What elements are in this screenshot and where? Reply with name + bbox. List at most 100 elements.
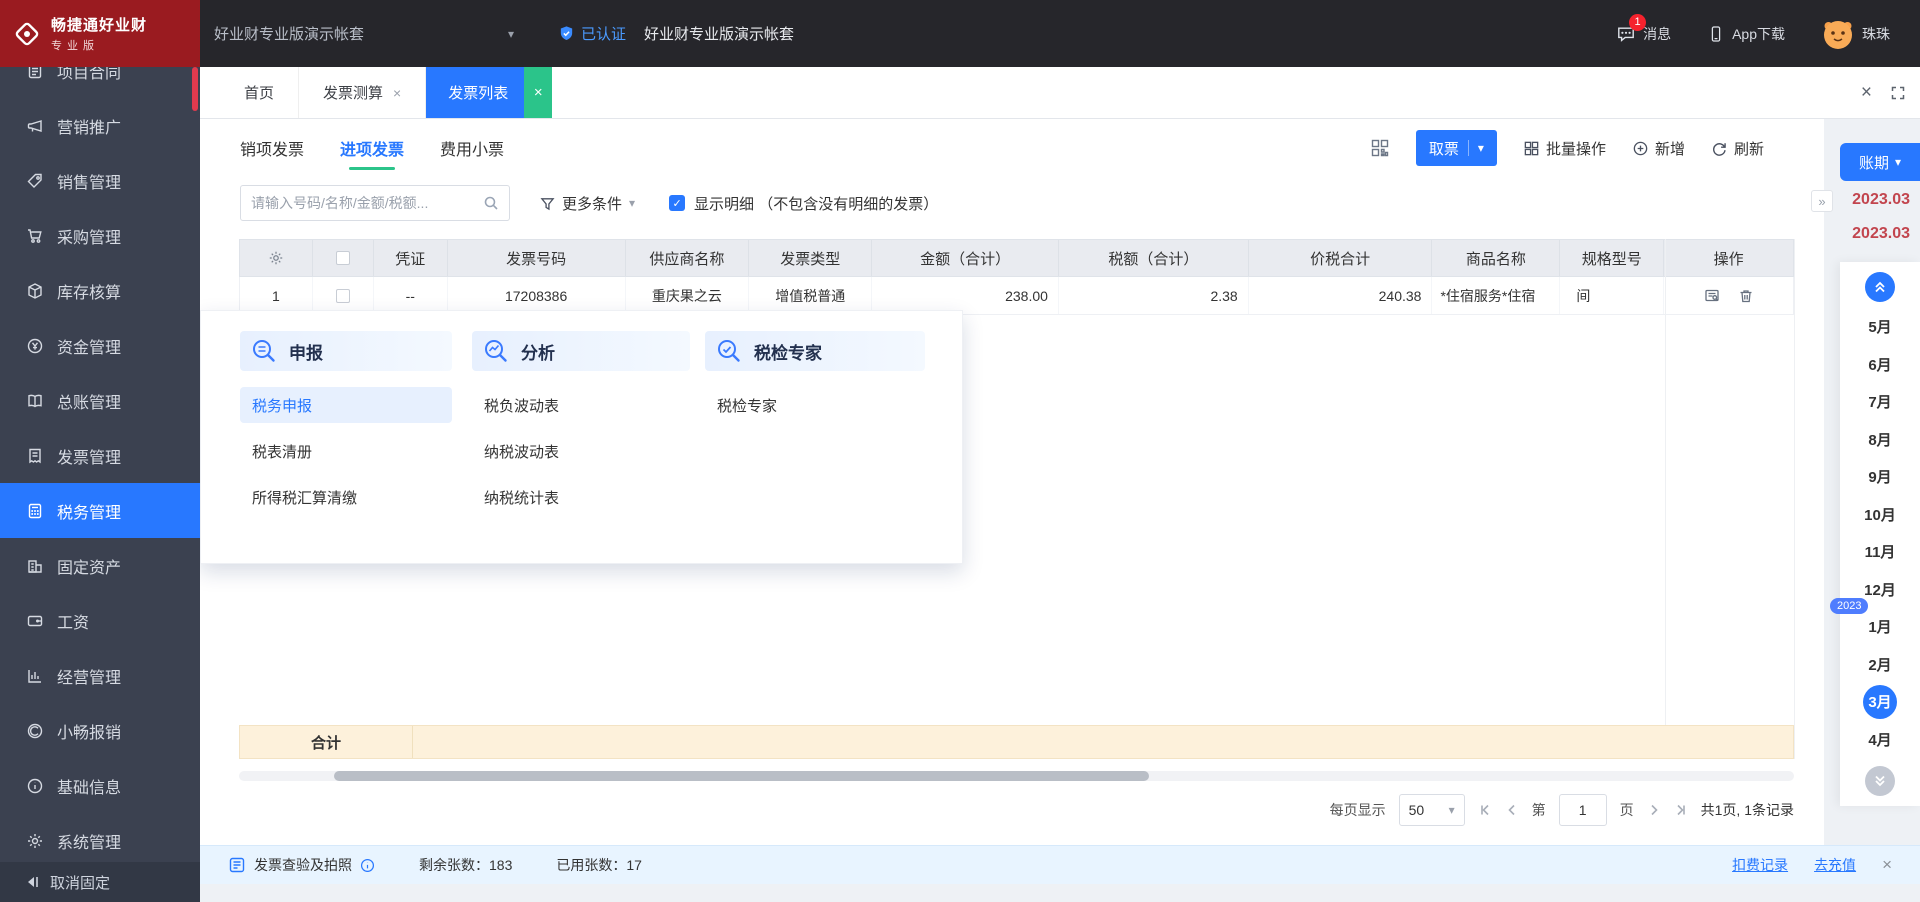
- invoice-check-button[interactable]: 发票查验及拍照: [228, 855, 375, 875]
- header-invoice-type[interactable]: 发票类型: [749, 240, 873, 276]
- open-tabs-bar: 首页 发票测算 × 发票列表 × ×: [200, 67, 1920, 119]
- sidebar-item-fixed-assets[interactable]: 固定资产: [0, 538, 200, 593]
- app-download-button[interactable]: App下载: [1707, 24, 1785, 44]
- menu-item-tax-payment-fluctuation[interactable]: 纳税波动表: [472, 433, 690, 469]
- refresh-button[interactable]: 刷新: [1711, 138, 1764, 159]
- scroll-months-up-button[interactable]: [1865, 272, 1895, 302]
- page-number-input[interactable]: [1558, 794, 1607, 826]
- header-invoice-no[interactable]: 发票号码: [448, 240, 626, 276]
- sidebar-item-tax[interactable]: 税务管理: [0, 483, 200, 538]
- sidebar-item-sales[interactable]: 销售管理: [0, 153, 200, 208]
- account-set-selector[interactable]: 好业财专业版演示帐套 ▾: [214, 23, 514, 44]
- scan-qr-icon[interactable]: [1370, 138, 1390, 158]
- column-settings-cell[interactable]: [240, 240, 313, 276]
- sidebar-item-system[interactable]: 系统管理: [0, 813, 200, 868]
- cell-product: *住宿服务*住宿: [1432, 277, 1561, 314]
- sidebar-item-payroll[interactable]: 工资: [0, 593, 200, 648]
- row-checkbox[interactable]: [335, 288, 350, 303]
- page-prefix: 第: [1531, 802, 1546, 818]
- more-conditions-button[interactable]: 更多条件 ▾: [540, 193, 635, 214]
- fee-records-link[interactable]: 扣费记录: [1732, 855, 1788, 875]
- info-icon[interactable]: [360, 858, 375, 873]
- select-all-checkbox[interactable]: [335, 251, 350, 265]
- next-page-icon[interactable]: [1647, 803, 1661, 817]
- horizontal-scrollbar[interactable]: [239, 771, 1794, 781]
- month-item-aug[interactable]: 8月: [1840, 421, 1920, 459]
- close-tab-icon[interactable]: ×: [393, 85, 401, 101]
- logo-icon: [12, 19, 42, 49]
- page-suffix: 页: [1619, 802, 1634, 818]
- header-total[interactable]: 价税合计: [1249, 240, 1433, 276]
- user-menu[interactable]: 珠珠: [1821, 17, 1890, 51]
- month-item-jul[interactable]: 7月: [1840, 383, 1920, 421]
- prev-page-icon[interactable]: [1505, 803, 1519, 817]
- total-label: 合计: [240, 726, 413, 758]
- search-input[interactable]: [251, 195, 483, 211]
- close-tab-icon[interactable]: ×: [524, 67, 553, 118]
- per-page-select[interactable]: 50 ▾: [1398, 794, 1465, 826]
- sidebar-item-funds[interactable]: 资金管理: [0, 318, 200, 373]
- sidebar-item-invoice[interactable]: 发票管理: [0, 428, 200, 483]
- tab-home[interactable]: 首页: [220, 67, 300, 118]
- header-product[interactable]: 商品名称: [1432, 240, 1561, 276]
- first-page-icon[interactable]: [1478, 803, 1492, 817]
- delete-icon[interactable]: [1738, 288, 1754, 304]
- month-item-mar-active[interactable]: 3月: [1840, 683, 1920, 721]
- sidebar-item-reimburse[interactable]: 小畅报销: [0, 703, 200, 758]
- sidebar-scrollbar[interactable]: [192, 67, 198, 111]
- recharge-link[interactable]: 去充值: [1814, 855, 1856, 875]
- header-spec[interactable]: 规格型号: [1560, 240, 1665, 276]
- menu-item-tax-declaration[interactable]: 税务申报: [240, 387, 452, 423]
- subtab-input-invoices[interactable]: 进项发票: [340, 119, 404, 177]
- checkbox-checked-icon[interactable]: ✓: [669, 195, 686, 211]
- tab-invoice-list[interactable]: 发票列表 ×: [426, 67, 553, 118]
- subtab-output-invoices[interactable]: 销项发票: [240, 119, 304, 177]
- sidebar-item-operations[interactable]: 经营管理: [0, 648, 200, 703]
- batch-actions-button[interactable]: 批量操作: [1523, 138, 1606, 159]
- subtab-expense-receipts[interactable]: 费用小票: [440, 119, 504, 177]
- messages-button[interactable]: 1 消息: [1616, 13, 1671, 44]
- header-amount[interactable]: 金额（合计）: [872, 240, 1059, 276]
- period-button[interactable]: 账期 ▾: [1840, 143, 1920, 181]
- header-voucher[interactable]: 凭证: [374, 240, 448, 276]
- menu-item-tax-burden-fluctuation[interactable]: 税负波动表: [472, 387, 690, 423]
- show-detail-toggle[interactable]: ✓ 显示明细 （不包含没有明细的发票）: [669, 193, 938, 214]
- period-display-top: 2023.03: [1852, 191, 1910, 208]
- unpin-sidebar-button[interactable]: 取消固定: [0, 862, 200, 902]
- menu-item-tax-statistics[interactable]: 纳税统计表: [472, 479, 690, 515]
- close-bar-icon[interactable]: ×: [1882, 855, 1892, 875]
- header-tax[interactable]: 税额（合计）: [1059, 240, 1249, 276]
- header-supplier[interactable]: 供应商名称: [626, 240, 750, 276]
- month-item-apr[interactable]: 4月: [1840, 721, 1920, 759]
- sidebar-item-purchase[interactable]: 采购管理: [0, 208, 200, 263]
- month-item-may[interactable]: 5月: [1840, 308, 1920, 346]
- fetch-invoice-button[interactable]: 取票 ▾: [1415, 130, 1497, 166]
- sidebar-item-inventory[interactable]: 库存核算: [0, 263, 200, 318]
- month-item-oct[interactable]: 10月: [1840, 496, 1920, 534]
- fullscreen-icon[interactable]: [1890, 85, 1906, 101]
- month-item-nov[interactable]: 11月: [1840, 533, 1920, 571]
- search-icon[interactable]: [483, 195, 499, 211]
- sidebar-item-basic-info[interactable]: 基础信息: [0, 758, 200, 813]
- sidebar-item-general-ledger[interactable]: 总账管理: [0, 373, 200, 428]
- sidebar-item-project-contract[interactable]: 项目合同: [0, 67, 200, 98]
- collapse-rail-button[interactable]: »: [1811, 190, 1833, 212]
- phone-icon: [1707, 25, 1725, 43]
- month-item-feb[interactable]: 2月: [1840, 646, 1920, 684]
- menu-item-income-tax-settlement[interactable]: 所得税汇算清缴: [240, 479, 452, 515]
- tab-invoice-calc[interactable]: 发票测算 ×: [299, 67, 427, 118]
- scrollbar-thumb[interactable]: [334, 771, 1149, 781]
- sidebar-item-marketing[interactable]: 营销推广: [0, 98, 200, 153]
- month-item-sep[interactable]: 9月: [1840, 458, 1920, 496]
- last-page-icon[interactable]: [1674, 803, 1688, 817]
- menu-item-tax-form-register[interactable]: 税表清册: [240, 433, 452, 469]
- scroll-months-down-button[interactable]: [1865, 766, 1895, 796]
- per-page-label: 每页显示: [1329, 802, 1386, 818]
- close-all-tabs-icon[interactable]: ×: [1861, 82, 1872, 104]
- view-invoice-icon[interactable]: [1704, 288, 1720, 304]
- cart-icon: [28, 228, 42, 243]
- invoice-search-box: [240, 185, 510, 221]
- menu-item-tax-expert[interactable]: 税检专家: [705, 387, 925, 423]
- add-new-button[interactable]: 新增: [1632, 138, 1685, 159]
- month-item-jun[interactable]: 6月: [1840, 346, 1920, 384]
